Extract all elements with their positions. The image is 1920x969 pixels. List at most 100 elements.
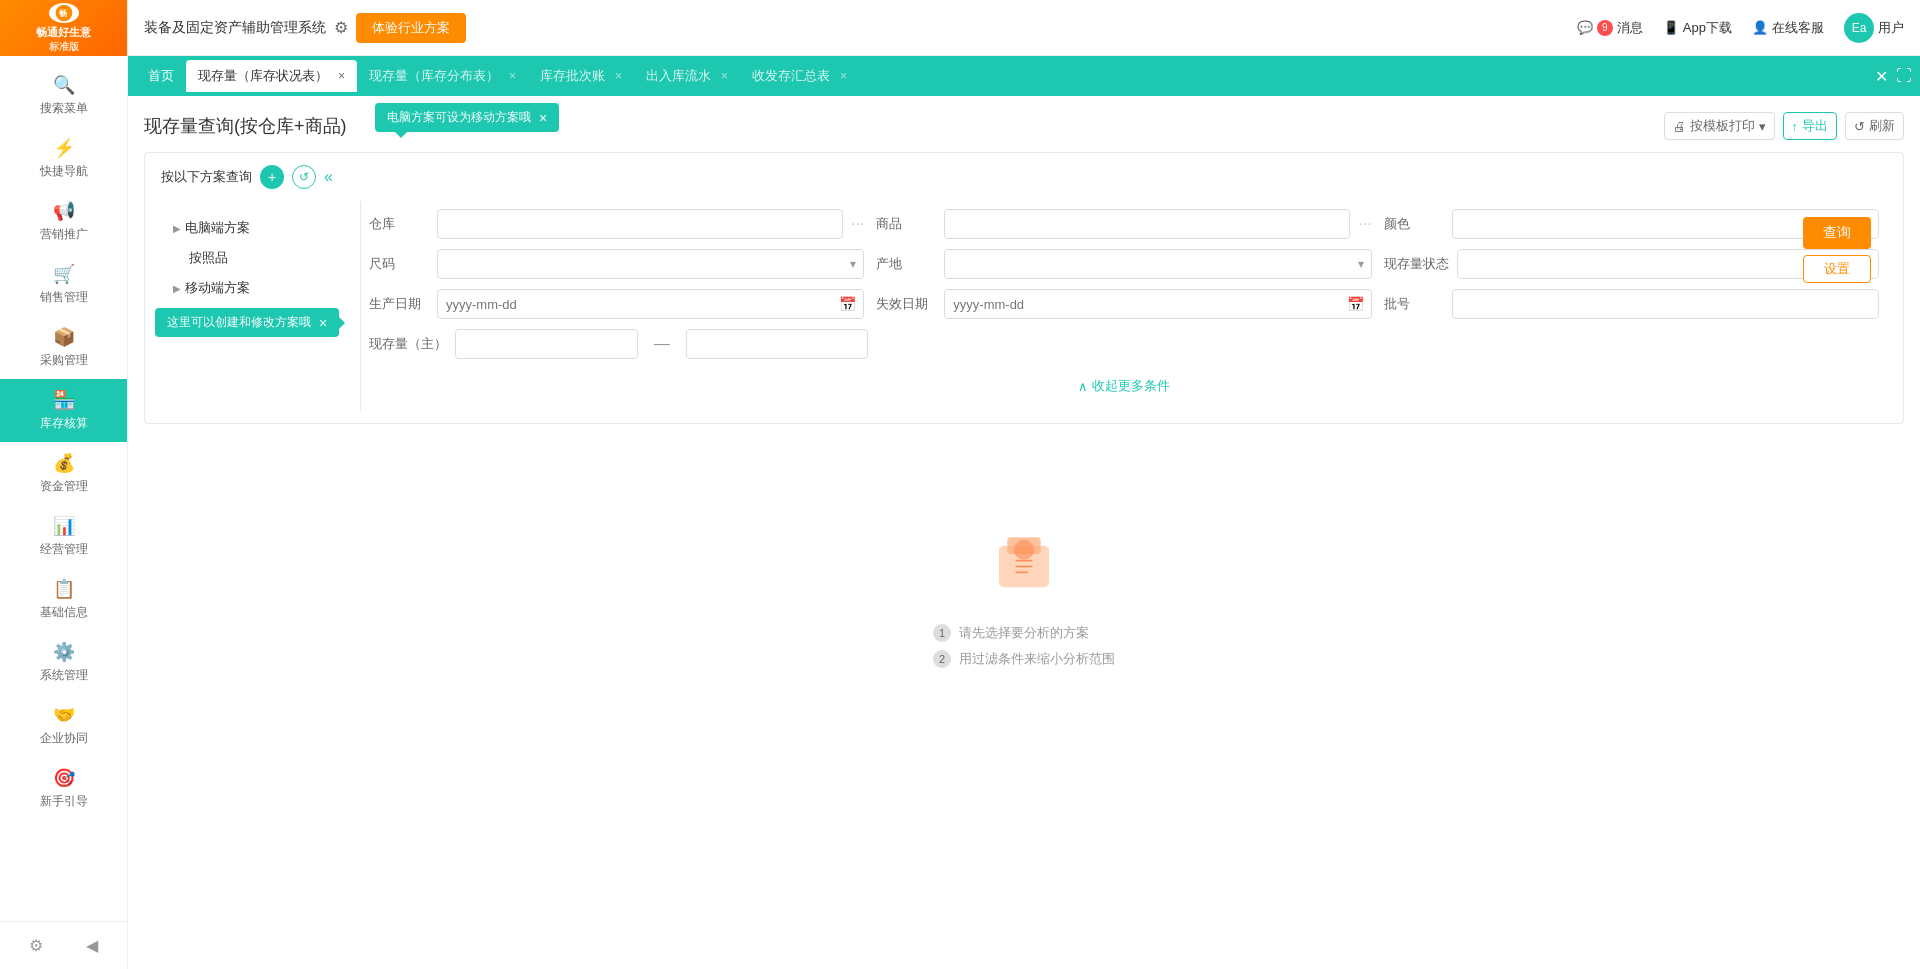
warehouse-input[interactable] <box>437 209 843 239</box>
exp-date-field: 失效日期 <box>876 289 1371 319</box>
mfg-date-wrapper <box>437 289 864 319</box>
sidebar-item-search[interactable]: 🔍 搜索菜单 <box>0 64 127 127</box>
sidebar-item-guide[interactable]: ⚡ 快捷导航 <box>0 127 127 190</box>
sidebar-item-marketing[interactable]: 📢 营销推广 <box>0 190 127 253</box>
sidebar-item-basic[interactable]: 📋 基础信息 <box>0 568 127 631</box>
color-label: 颜色 <box>1384 215 1444 233</box>
industry-btn[interactable]: 体验行业方案 <box>356 13 466 43</box>
tab-home-label: 首页 <box>148 67 174 85</box>
sidebar-item-enterprise[interactable]: 🤝 企业协同 <box>0 694 127 757</box>
settings-small-btn[interactable]: 设置 <box>1803 255 1871 283</box>
sidebar-item-system[interactable]: ⚙️ 系统管理 <box>0 631 127 694</box>
phone-icon: 📱 <box>1663 20 1679 35</box>
tab-inventory-dist-close[interactable]: × <box>509 69 516 83</box>
collapse-label: 收起更多条件 <box>1092 377 1170 395</box>
print-icon: 🖨 <box>1673 119 1686 134</box>
header-message[interactable]: 💬 9 消息 <box>1577 19 1643 37</box>
tab-inout-close[interactable]: × <box>721 69 728 83</box>
filter-arrow-btn[interactable]: « <box>324 168 333 186</box>
batch-input[interactable] <box>1452 289 1879 319</box>
goods-dots[interactable]: ··· <box>1358 215 1371 233</box>
sidebar-item-purchase[interactable]: 📦 采购管理 <box>0 316 127 379</box>
sidebar-item-sales[interactable]: 🛒 销售管理 <box>0 253 127 316</box>
goods-field: 商品 ··· <box>876 209 1371 239</box>
goods-label: 商品 <box>876 215 936 233</box>
refresh-label: 刷新 <box>1869 117 1895 135</box>
tab-batch-close[interactable]: × <box>615 69 622 83</box>
stock-main-from[interactable] <box>455 329 638 359</box>
collapse-more-btn[interactable]: ∧ 收起更多条件 <box>369 369 1879 403</box>
tab-home[interactable]: 首页 <box>136 60 186 92</box>
print-btn[interactable]: 🖨 按模板打印 ▾ <box>1664 112 1775 140</box>
tab-bar-actions: ✕ ⛶ <box>1875 67 1912 86</box>
page-title: 现存量查询(按仓库+商品) <box>144 114 347 138</box>
tree-pc-child-label: 按照品 <box>189 249 228 267</box>
export-btn[interactable]: ↑ 导出 <box>1783 112 1838 140</box>
header-right: 💬 9 消息 📱 App下载 👤 在线客服 Ea 用户 <box>1577 13 1904 43</box>
empty-tips: 1 请先选择要分析的方案 2 用过滤条件来缩小分析范围 <box>933 624 1115 676</box>
filter-add-btn[interactable]: + <box>260 165 284 189</box>
stock-main-to[interactable] <box>686 329 869 359</box>
svg-point-4 <box>1014 540 1034 560</box>
tab-close-all-icon[interactable]: ✕ <box>1875 67 1888 86</box>
tab-inventory-status[interactable]: 现存量（库存状况表） × <box>186 60 357 92</box>
tree-pc-child[interactable]: 按照品 <box>161 243 360 273</box>
tab-inventory-dist-label: 现存量（库存分布表） <box>369 67 499 85</box>
operations-icon: 📊 <box>53 515 75 537</box>
header-online-service[interactable]: 👤 在线客服 <box>1752 19 1824 37</box>
sales-icon: 🛒 <box>53 263 75 285</box>
stock-separator: — <box>654 335 670 353</box>
size-field: 尺码 <box>369 249 864 279</box>
origin-select[interactable] <box>944 249 1371 279</box>
header-user[interactable]: Ea 用户 <box>1844 13 1904 43</box>
tab-inout-label: 出入库流水 <box>646 67 711 85</box>
tooltip-create-close[interactable]: × <box>319 315 327 331</box>
tab-collect[interactable]: 收发存汇总表 × <box>740 60 859 92</box>
tab-inout[interactable]: 出入库流水 × <box>634 60 740 92</box>
user-label: 用户 <box>1878 19 1904 37</box>
sidebar-nav: 🔍 搜索菜单 ⚡ 快捷导航 📢 营销推广 🛒 销售管理 📦 采购管理 🏪 库存核… <box>0 56 127 921</box>
tab-inventory-dist[interactable]: 现存量（库存分布表） × <box>357 60 528 92</box>
mfg-date-input[interactable] <box>437 289 864 319</box>
system-name: 装备及固定资产辅助管理系统 <box>144 19 326 37</box>
search-btn[interactable]: 查询 <box>1803 217 1871 249</box>
goods-input[interactable] <box>944 209 1350 239</box>
sidebar-item-operations[interactable]: 📊 经营管理 <box>0 505 127 568</box>
tab-inventory-status-close[interactable]: × <box>338 69 345 83</box>
service-label: 在线客服 <box>1772 19 1824 37</box>
filter-row-4: 现存量（主） — <box>369 329 1879 359</box>
tab-fullscreen-icon[interactable]: ⛶ <box>1896 67 1912 85</box>
top-header: 装备及固定资产辅助管理系统 ⚙ 体验行业方案 💬 9 消息 📱 App下载 👤 … <box>128 0 1920 56</box>
filter-refresh-btn[interactable]: ↺ <box>292 165 316 189</box>
tree-pc-group[interactable]: ▶ 电脑端方案 <box>161 213 360 243</box>
tab-collect-label: 收发存汇总表 <box>752 67 830 85</box>
tooltip-scheme-close[interactable]: × <box>539 110 547 126</box>
newbie-icon: 🎯 <box>53 767 75 789</box>
sidebar-bottom: ⚙ ◀ <box>0 921 127 969</box>
header-app-download[interactable]: 📱 App下载 <box>1663 19 1732 37</box>
tab-batch[interactable]: 库存批次账 × <box>528 60 634 92</box>
mfg-date-label: 生产日期 <box>369 295 429 313</box>
filter-label: 按以下方案查询 <box>161 168 252 186</box>
tree-mobile-group[interactable]: ▶ 移动端方案 <box>161 273 360 303</box>
sidebar-item-finance[interactable]: 💰 资金管理 <box>0 442 127 505</box>
warehouse-dots[interactable]: ··· <box>851 215 864 233</box>
sidebar-item-inventory[interactable]: 🏪 库存核算 <box>0 379 127 442</box>
batch-label: 批号 <box>1384 295 1444 313</box>
tree-toggle-mobile: ▶ <box>173 283 181 294</box>
tooltip-create-text: 这里可以创建和修改方案哦 <box>167 314 311 331</box>
settings-bottom-btn[interactable]: ⚙ <box>29 936 43 955</box>
header-settings-icon[interactable]: ⚙ <box>334 18 348 37</box>
size-select[interactable] <box>437 249 864 279</box>
enterprise-icon: 🤝 <box>53 704 75 726</box>
export-icon: ↑ <box>1792 119 1799 134</box>
exp-date-input[interactable] <box>944 289 1371 319</box>
tree-toggle-pc: ▶ <box>173 223 181 234</box>
header-left: 装备及固定资产辅助管理系统 ⚙ 体验行业方案 <box>144 13 466 43</box>
print-arrow: ▾ <box>1759 119 1766 134</box>
refresh-btn[interactable]: ↺ 刷新 <box>1845 112 1904 140</box>
collapse-sidebar-btn[interactable]: ◀ <box>86 936 98 955</box>
export-label: 导出 <box>1802 117 1828 135</box>
sidebar-item-newbie[interactable]: 🎯 新手引导 <box>0 757 127 820</box>
tab-collect-close[interactable]: × <box>840 69 847 83</box>
